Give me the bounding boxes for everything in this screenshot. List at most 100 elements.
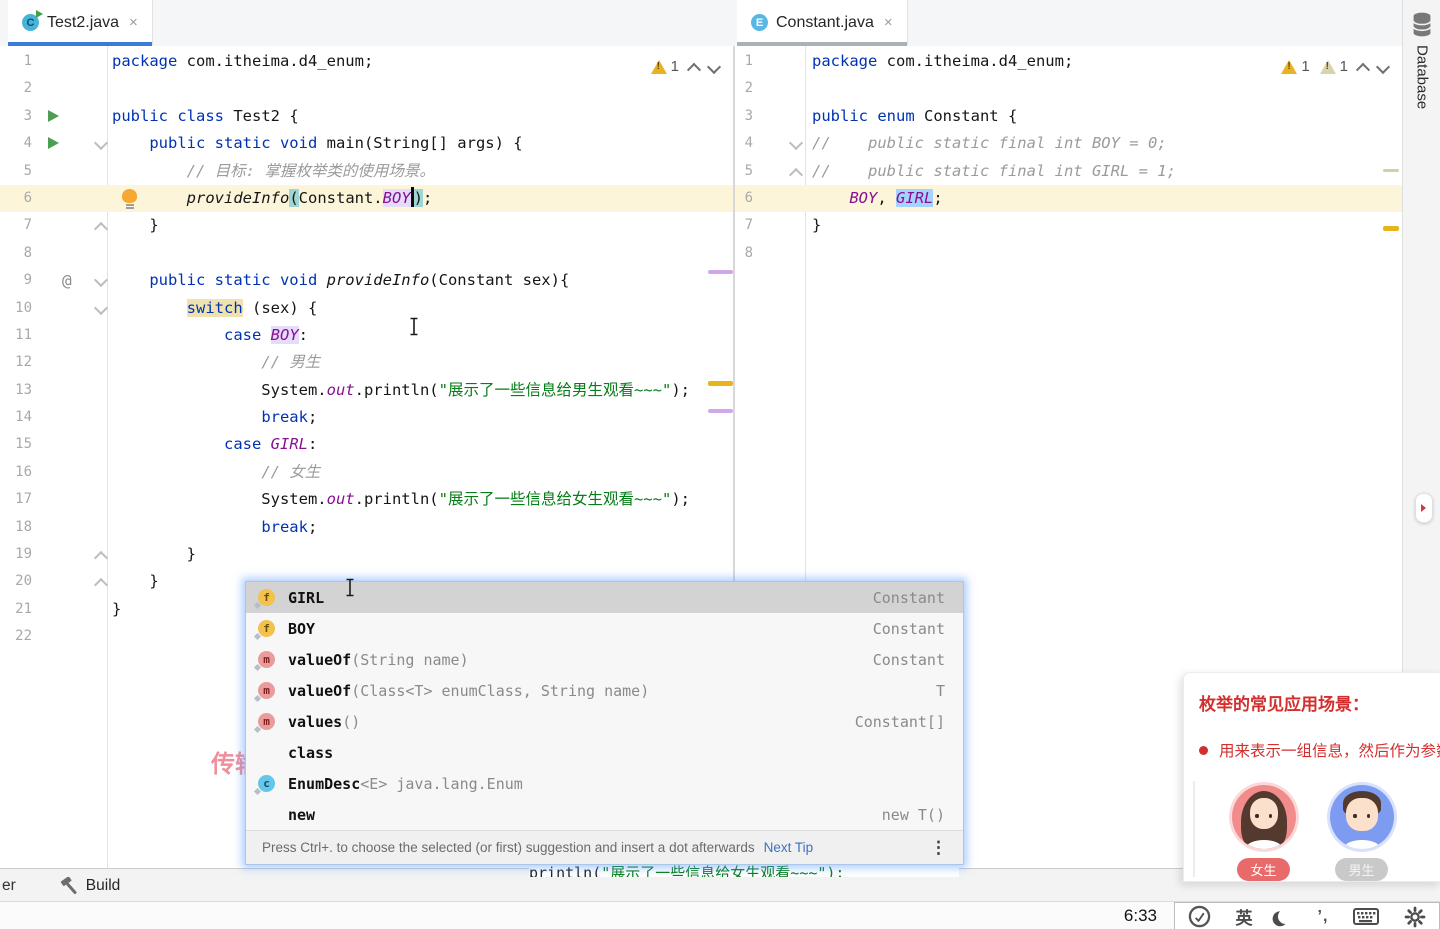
completion-type: T bbox=[935, 681, 945, 700]
chevron-up-icon[interactable] bbox=[686, 62, 702, 77]
inspection-item[interactable]: 1 bbox=[650, 58, 679, 75]
fold-icon[interactable] bbox=[93, 273, 109, 288]
fold-icon[interactable] bbox=[93, 222, 109, 237]
ime-settings-icon[interactable] bbox=[1404, 906, 1426, 928]
line-number: 5 bbox=[23, 162, 32, 179]
error-stripe-mark[interactable] bbox=[708, 381, 733, 386]
chevron-up-icon[interactable] bbox=[1355, 62, 1371, 77]
inspection-item[interactable]: 1 bbox=[1319, 58, 1348, 75]
code-area[interactable]: 1 package com.itheima.d4_enum; 2 3 public cl… bbox=[0, 46, 733, 651]
warning-icon bbox=[650, 59, 667, 74]
database-label: Database bbox=[1413, 45, 1431, 110]
completion-type: new T() bbox=[881, 805, 945, 824]
code-line[interactable]: 6 BOY, GIRL; bbox=[735, 184, 1402, 213]
code-line[interactable]: 2 bbox=[735, 75, 1402, 102]
completion-type: Constant[] bbox=[854, 712, 945, 731]
completion-name: class bbox=[288, 743, 334, 762]
toolwindow-partial-label[interactable]: er bbox=[2, 877, 16, 895]
completion-item[interactable]: m values() Constant[] bbox=[246, 706, 963, 737]
fold-icon[interactable] bbox=[93, 578, 109, 593]
side-panel-handle[interactable] bbox=[1415, 493, 1433, 523]
code-line[interactable]: 13 System.out.println("展示了一些信息给男生观看~~~")… bbox=[0, 377, 733, 404]
fold-icon[interactable] bbox=[788, 136, 804, 151]
warning-icon bbox=[1281, 59, 1298, 74]
code-line[interactable]: 2 bbox=[0, 75, 733, 102]
line-number: 6 bbox=[23, 189, 32, 206]
kebab-menu-icon[interactable]: ⋮ bbox=[930, 838, 947, 858]
inspection-widget[interactable]: 1 bbox=[650, 58, 722, 77]
ime-keyboard-icon[interactable] bbox=[1353, 908, 1380, 925]
next-tip-link[interactable]: Next Tip bbox=[764, 840, 814, 855]
code-line[interactable]: 7 } bbox=[0, 212, 733, 239]
code-line[interactable]: 18 break; bbox=[0, 514, 733, 541]
code-text: case GIRL: bbox=[223, 435, 318, 454]
tab-constant-java[interactable]: E Constant.java × bbox=[737, 0, 908, 46]
code-line[interactable]: 11 case BOY: bbox=[0, 322, 733, 349]
code-line[interactable]: 16 // 女生 bbox=[0, 459, 733, 486]
code-line[interactable]: 5 // 目标: 掌握枚举类的使用场景。 bbox=[0, 158, 733, 185]
chevron-down-icon[interactable] bbox=[1375, 59, 1391, 74]
fold-icon[interactable] bbox=[93, 300, 109, 315]
completion-item[interactable]: c EnumDesc <E> java.lang.Enum bbox=[246, 768, 963, 799]
code-line[interactable]: 17 System.out.println("展示了一些信息给女生观看~~~")… bbox=[0, 486, 733, 513]
database-tool-button[interactable]: Database bbox=[1403, 0, 1440, 109]
code-line[interactable]: 8 bbox=[735, 240, 1402, 267]
code-line[interactable]: 15 case GIRL: bbox=[0, 431, 733, 458]
completion-name: values bbox=[288, 712, 343, 731]
code-line[interactable]: 3 public enum Constant { bbox=[735, 103, 1402, 130]
build-label: Build bbox=[85, 876, 121, 894]
code-line[interactable]: 4 // public static final int BOY = 0; bbox=[735, 130, 1402, 157]
ime-lang-toggle[interactable]: 英 bbox=[1236, 904, 1253, 929]
class-file-icon: C bbox=[22, 10, 43, 31]
ime-logo-icon[interactable] bbox=[1188, 905, 1211, 928]
ime-punct-icon[interactable]: ’, bbox=[1318, 908, 1329, 926]
fold-icon[interactable] bbox=[788, 167, 804, 182]
code-line[interactable]: 7} bbox=[735, 212, 1402, 239]
code-text: // public static final int GIRL = 1; bbox=[812, 161, 1176, 180]
code-line[interactable]: 6 provideInfo(Constant.BOY); bbox=[0, 184, 733, 213]
error-stripe-mark[interactable] bbox=[1383, 226, 1399, 231]
warnings-count: 1 bbox=[1339, 58, 1348, 75]
code-line[interactable]: 3 public class Test2 { bbox=[0, 103, 733, 130]
chevron-down-icon[interactable] bbox=[706, 59, 722, 74]
code-text: System.out.println("展示了一些信息给女生观看~~~"); bbox=[112, 490, 690, 509]
code-line[interactable]: 9 @ public static void provideInfo(Consta… bbox=[0, 267, 733, 294]
completion-params: (String name) bbox=[351, 650, 469, 669]
error-stripe-mark[interactable] bbox=[708, 409, 733, 413]
code-line[interactable]: 12 // 男生 bbox=[0, 349, 733, 376]
error-stripe-mark[interactable] bbox=[708, 270, 733, 274]
completion-popup: f GIRL Constant f BOY Constant m valueOf (String… bbox=[245, 581, 964, 865]
ime-moon-icon[interactable] bbox=[1277, 908, 1294, 925]
code-line[interactable]: 19 } bbox=[0, 541, 733, 568]
completion-item[interactable]: f BOY Constant bbox=[246, 613, 963, 644]
completion-item[interactable]: class bbox=[246, 737, 963, 768]
code-line[interactable]: 1 package com.itheima.d4_enum; bbox=[0, 48, 733, 75]
code-line[interactable]: 8 bbox=[0, 240, 733, 267]
run-icon[interactable] bbox=[48, 109, 59, 122]
line-number: 14 bbox=[15, 409, 32, 426]
close-icon[interactable]: × bbox=[884, 14, 893, 31]
code-line[interactable]: 14 break; bbox=[0, 404, 733, 431]
close-icon[interactable]: × bbox=[129, 14, 138, 31]
inspection-widget[interactable]: 11 bbox=[1281, 58, 1391, 77]
run-icon[interactable] bbox=[48, 137, 59, 150]
completion-item[interactable]: m valueOf (String name) Constant bbox=[246, 644, 963, 675]
lightbulb-icon[interactable] bbox=[122, 188, 137, 206]
code-text: switch (sex) { bbox=[186, 298, 318, 317]
completion-name: valueOf bbox=[288, 681, 352, 700]
build-button[interactable]: Build bbox=[60, 877, 120, 895]
code-area[interactable]: 1 package com.itheima.d4_enum; 2 3 public en… bbox=[735, 46, 1402, 267]
code-line[interactable]: 4 public static void main(String[] args)… bbox=[0, 130, 733, 157]
line-number: 5 bbox=[744, 162, 753, 179]
fold-icon[interactable] bbox=[93, 550, 109, 566]
error-stripe-mark[interactable] bbox=[1383, 169, 1399, 172]
inspection-item[interactable]: 1 bbox=[1281, 58, 1310, 75]
code-line[interactable]: 10 switch (sex) { bbox=[0, 295, 733, 322]
tab-test2-java[interactable]: C Test2.java × bbox=[8, 0, 153, 46]
code-line[interactable]: 5 // public static final int GIRL = 1; bbox=[735, 158, 1402, 185]
fold-icon[interactable] bbox=[93, 136, 109, 151]
line-number: 8 bbox=[744, 244, 753, 261]
completion-item[interactable]: m valueOf (Class<T> enumClass, String name… bbox=[246, 675, 963, 706]
completion-item[interactable]: new new T() bbox=[246, 799, 963, 830]
bullet-dot-icon bbox=[1199, 745, 1208, 755]
